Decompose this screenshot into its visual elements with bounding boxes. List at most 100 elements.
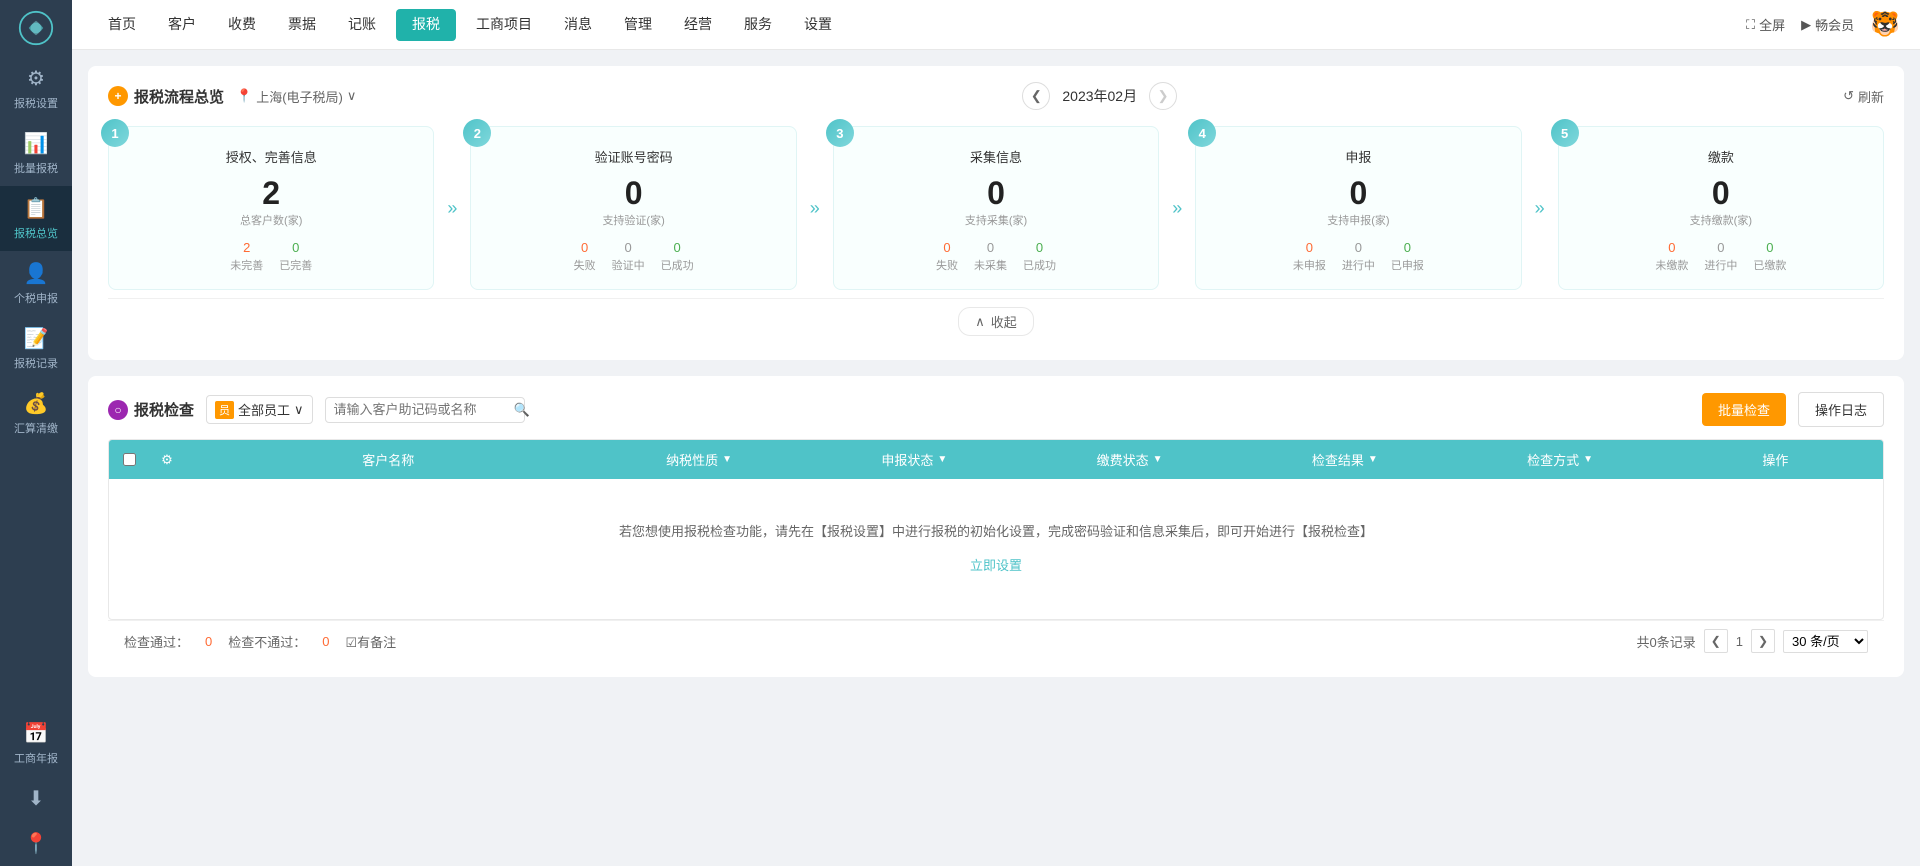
step-4-num: 4 [1188, 119, 1216, 147]
nav-services[interactable]: 服务 [728, 0, 788, 50]
prev-month-btn[interactable]: ❮ [1022, 82, 1050, 110]
fail-label: 检查不通过： [228, 632, 306, 651]
page-content: + 报税流程总览 📍 上海(电子税局) ∨ ❮ 2023年02月 ❯ ↺ 刷新 [72, 50, 1920, 866]
arrow-2-3: » [797, 126, 833, 290]
next-month-btn[interactable]: ❯ [1149, 82, 1177, 110]
step-3-card: 3 采集信息 0 支持采集(家) 0 失败 0 未采集 [833, 126, 1159, 290]
search-icon[interactable]: 🔍 [514, 402, 530, 418]
step-1-stats: 2 未完善 0 已完善 [230, 240, 312, 273]
member-btn[interactable]: ▶ 畅会员 [1801, 15, 1854, 34]
avatar[interactable]: 🐯 [1870, 10, 1900, 39]
nav-operations[interactable]: 经营 [668, 0, 728, 50]
th-operation: 操作 [1668, 440, 1883, 479]
nav-invoices[interactable]: 票据 [272, 0, 332, 50]
fullscreen-btn[interactable]: ⛶ 全屏 [1746, 15, 1785, 34]
sidebar-item-tax-overview[interactable]: 📋 报税总览 [0, 186, 72, 251]
pagination: 共0条记录 ❮ 1 ❯ 30 条/页 50 条/页 100 条/页 [1637, 629, 1868, 653]
table-header-row: ⚙ 客户名称 纳税性质 ▼ 申报状态 ▼ 缴费状态 ▼ [109, 440, 1883, 479]
nav-settings[interactable]: 设置 [788, 0, 848, 50]
step-1-stat-0: 2 未完善 [230, 240, 263, 273]
nav-tax[interactable]: 报税 [396, 9, 456, 41]
collapse-bar: ∧ 收起 [108, 298, 1884, 344]
nav-messages[interactable]: 消息 [548, 0, 608, 50]
pass-count[interactable]: 0 [205, 634, 212, 649]
setup-link[interactable]: 立即设置 [970, 558, 1022, 573]
step-5-card: 5 缴款 0 支持缴款(家) 0 未缴款 0 进行中 [1558, 126, 1884, 290]
sidebar-item-download[interactable]: ⬇ [0, 776, 72, 821]
check-table: ⚙ 客户名称 纳税性质 ▼ 申报状态 ▼ 缴费状态 ▼ [108, 439, 1884, 620]
location-icon: 📍 [24, 831, 49, 856]
th-check-method: 检查方式 ▼ [1453, 440, 1668, 479]
nav-management[interactable]: 管理 [608, 0, 668, 50]
employee-tag: 员 [215, 401, 234, 419]
batch-check-button[interactable]: 批量检查 [1702, 393, 1786, 426]
filter-filing-icon[interactable]: ▼ [937, 454, 947, 465]
step-3-count: 0 [987, 174, 1005, 212]
nav-home[interactable]: 首页 [92, 0, 152, 50]
app-logo [0, 0, 72, 56]
check-circle-icon: ○ [108, 400, 128, 420]
per-page-select[interactable]: 30 条/页 50 条/页 100 条/页 [1783, 630, 1868, 653]
step-1-card: 1 授权、完善信息 2 总客户数(家) 2 未完善 0 已完善 [108, 126, 434, 290]
arrow-4-5: » [1522, 126, 1558, 290]
flow-title: + 报税流程总览 [108, 86, 224, 107]
step-4-card: 4 申报 0 支持申报(家) 0 未申报 0 进行中 [1195, 126, 1521, 290]
next-page-btn[interactable]: ❯ [1751, 629, 1775, 653]
step-3-stats: 0 失败 0 未采集 0 已成功 [936, 240, 1056, 273]
arrow-3-4: » [1159, 126, 1195, 290]
flow-plus-icon: + [108, 86, 128, 106]
nav-clients[interactable]: 客户 [152, 0, 212, 50]
th-gear: ⚙ [149, 440, 185, 479]
collapse-button[interactable]: ∧ 收起 [958, 307, 1034, 336]
step-3-stat-2: 0 已成功 [1023, 240, 1056, 273]
step-2-card: 2 验证账号密码 0 支持验证(家) 0 失败 0 验证中 [470, 126, 796, 290]
filter-method-icon[interactable]: ▼ [1583, 454, 1593, 465]
search-box: 🔍 [325, 397, 525, 423]
refresh-button[interactable]: ↺ 刷新 [1843, 87, 1884, 106]
step-5-num: 5 [1551, 119, 1579, 147]
sidebar-item-reconciliation[interactable]: 💰 汇算清缴 [0, 381, 72, 446]
fullscreen-icon: ⛶ [1746, 17, 1755, 33]
step-4-stats: 0 未申报 0 进行中 0 已申报 [1293, 240, 1424, 273]
main-area: 首页 客户 收费 票据 记账 报税 工商项目 消息 管理 经营 服务 设置 ⛶ … [72, 0, 1920, 866]
nav-items: 首页 客户 收费 票据 记账 报税 工商项目 消息 管理 经营 服务 设置 [92, 0, 1746, 50]
step-5-stat-2: 0 已缴款 [1753, 240, 1786, 273]
filter-tax-type-icon[interactable]: ▼ [722, 454, 732, 465]
prev-page-btn[interactable]: ❮ [1704, 629, 1728, 653]
nav-accounting[interactable]: 记账 [332, 0, 392, 50]
check-header: ○ 报税检查 员 全部员工 ∨ 🔍 批量检查 操作日志 [108, 392, 1884, 427]
sidebar-item-personal-filing[interactable]: 👤 个税申报 [0, 251, 72, 316]
sidebar-item-tax-settings[interactable]: ⚙ 报税设置 [0, 56, 72, 121]
select-all-checkbox[interactable] [123, 453, 136, 466]
step-5-title: 缴款 [1708, 147, 1734, 166]
nav-business[interactable]: 工商项目 [460, 0, 548, 50]
annual-report-icon: 📅 [24, 721, 49, 746]
step-2-label: 支持验证(家) [602, 212, 664, 228]
step-2-num: 2 [463, 119, 491, 147]
step-3-num: 3 [826, 119, 854, 147]
sidebar-item-batch-tax[interactable]: 📊 批量报税 [0, 121, 72, 186]
sidebar-item-annual-report[interactable]: 📅 工商年报 [0, 711, 72, 776]
step-4-stat-1: 0 进行中 [1342, 240, 1375, 273]
sidebar-item-location[interactable]: 📍 [0, 821, 72, 866]
step-2-stat-0: 0 失败 [574, 240, 596, 273]
filter-result-icon[interactable]: ▼ [1368, 454, 1378, 465]
collapse-icon: ∧ [975, 314, 985, 330]
step-5-stats: 0 未缴款 0 进行中 0 已缴款 [1655, 240, 1786, 273]
search-input[interactable] [334, 402, 510, 417]
reconciliation-icon: 💰 [24, 391, 49, 416]
operation-log-button[interactable]: 操作日志 [1798, 392, 1884, 427]
filter-payment-icon[interactable]: ▼ [1153, 454, 1163, 465]
play-icon: ▶ [1801, 17, 1811, 33]
nav-billing[interactable]: 收费 [212, 0, 272, 50]
fail-count[interactable]: 0 [322, 634, 329, 649]
gear-icon[interactable]: ⚙ [161, 452, 173, 468]
flow-location[interactable]: 📍 上海(电子税局) ∨ [236, 87, 356, 106]
sidebar-item-tax-records[interactable]: 📝 报税记录 [0, 316, 72, 381]
current-date: 2023年02月 [1062, 86, 1137, 106]
employee-filter[interactable]: 员 全部员工 ∨ [206, 395, 313, 424]
table-body: 若您想使用报税检查功能，请先在【报税设置】中进行报税的初始化设置，完成密码验证和… [109, 479, 1883, 619]
step-4-title: 申报 [1345, 147, 1371, 166]
user-avatar-icon: 🐯 [1870, 10, 1900, 39]
step-1-title: 授权、完善信息 [226, 147, 317, 166]
